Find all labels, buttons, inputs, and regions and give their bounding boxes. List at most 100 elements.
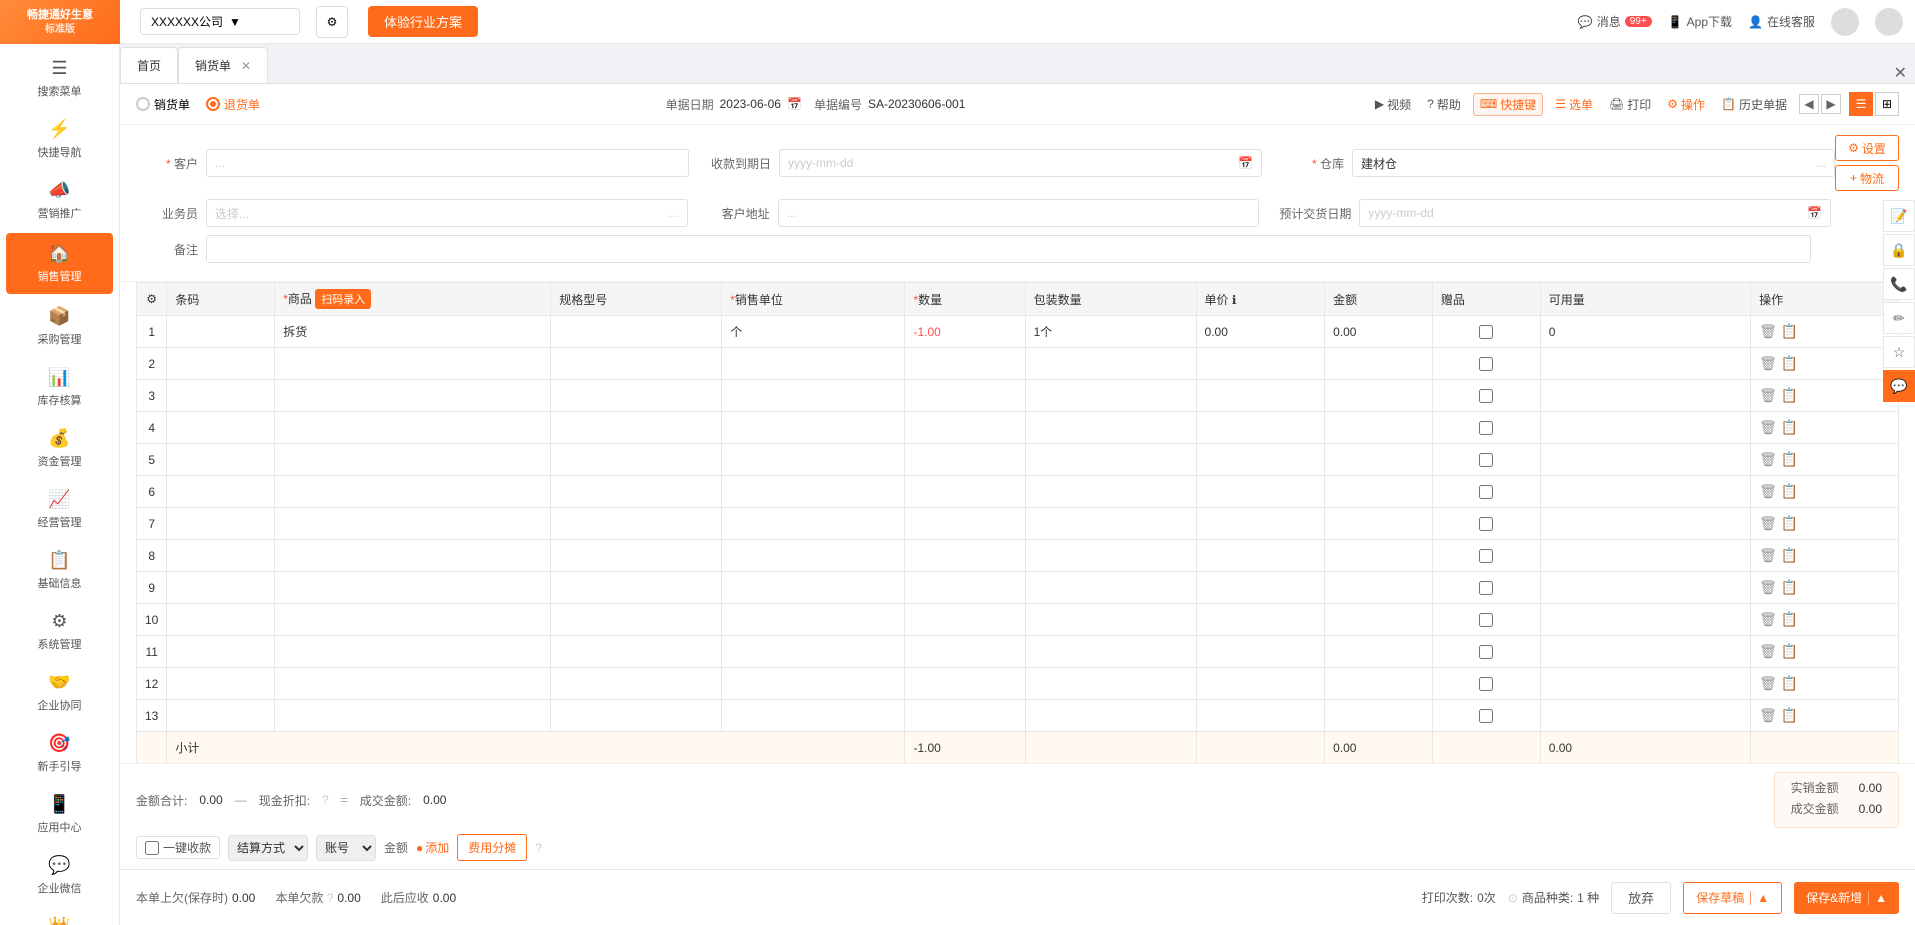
- row-pkg-qty[interactable]: [1025, 572, 1196, 604]
- copy-icon[interactable]: 📋: [1781, 323, 1798, 340]
- row-amount[interactable]: [1325, 380, 1433, 412]
- row-goods[interactable]: [275, 572, 551, 604]
- sidebar-item-inventory[interactable]: 📊 库存核算: [0, 357, 119, 418]
- print-btn[interactable]: 🖨 打印: [1605, 94, 1655, 115]
- operations-btn[interactable]: ⚙ 操作: [1663, 94, 1709, 115]
- expense-split-button[interactable]: 费用分摊: [457, 834, 527, 861]
- sidebar-item-enterprise-wechat[interactable]: 💬 企业微信: [0, 845, 119, 906]
- date-value[interactable]: 2023-06-06: [720, 97, 781, 111]
- copy-icon[interactable]: 📋: [1781, 611, 1798, 628]
- row-pkg-qty[interactable]: [1025, 380, 1196, 412]
- gift-checkbox[interactable]: [1479, 357, 1493, 371]
- row-spec[interactable]: [551, 700, 722, 732]
- row-goods[interactable]: [275, 668, 551, 700]
- row-goods[interactable]: [275, 348, 551, 380]
- number-value[interactable]: SA-20230606-001: [868, 97, 965, 111]
- row-price[interactable]: [1196, 348, 1325, 380]
- row-qty[interactable]: [905, 348, 1025, 380]
- sidebar-item-members[interactable]: 👑 畅会员: [0, 906, 119, 925]
- radio-return[interactable]: 退货单: [206, 96, 260, 113]
- gift-checkbox[interactable]: [1479, 485, 1493, 499]
- row-amount[interactable]: [1325, 540, 1433, 572]
- row-price[interactable]: [1196, 476, 1325, 508]
- row-barcode[interactable]: [167, 572, 275, 604]
- row-spec[interactable]: [551, 444, 722, 476]
- row-unit[interactable]: [722, 444, 905, 476]
- row-unit[interactable]: [722, 476, 905, 508]
- save-draft-button[interactable]: 保存草稿 ▲: [1683, 882, 1782, 914]
- expected-delivery-input[interactable]: yyyy-mm-dd 📅: [1359, 199, 1831, 227]
- right-tool-edit[interactable]: ✏: [1883, 302, 1915, 334]
- row-amount[interactable]: [1325, 572, 1433, 604]
- gift-checkbox[interactable]: [1479, 549, 1493, 563]
- row-spec[interactable]: [551, 412, 722, 444]
- row-barcode[interactable]: [167, 412, 275, 444]
- gift-checkbox[interactable]: [1479, 709, 1493, 723]
- row-barcode[interactable]: [167, 348, 275, 380]
- row-pkg-qty[interactable]: [1025, 636, 1196, 668]
- gift-checkbox[interactable]: [1479, 325, 1493, 339]
- tab-sales-close[interactable]: ✕: [241, 59, 251, 73]
- user-avatar-2[interactable]: [1875, 8, 1903, 36]
- delete-icon[interactable]: 🗑: [1759, 387, 1777, 404]
- row-spec[interactable]: [551, 540, 722, 572]
- copy-icon[interactable]: 📋: [1781, 355, 1798, 372]
- shortcut-btn[interactable]: ⌨ 快捷键: [1473, 93, 1543, 116]
- copy-icon[interactable]: 📋: [1781, 643, 1798, 660]
- delete-icon[interactable]: 🗑: [1759, 515, 1777, 532]
- row-amount[interactable]: [1325, 476, 1433, 508]
- delete-icon[interactable]: 🗑: [1759, 419, 1777, 436]
- sidebar-item-marketing[interactable]: 📣 营销推广: [0, 170, 119, 231]
- row-barcode[interactable]: [167, 636, 275, 668]
- row-pkg-qty[interactable]: [1025, 444, 1196, 476]
- copy-icon[interactable]: 📋: [1781, 707, 1798, 724]
- row-gift[interactable]: [1432, 700, 1540, 732]
- sidebar-item-new-guide[interactable]: 🎯 新手引导: [0, 723, 119, 784]
- right-tool-lock[interactable]: 🔒: [1883, 234, 1915, 266]
- row-pkg-qty[interactable]: [1025, 476, 1196, 508]
- row-qty[interactable]: [905, 508, 1025, 540]
- row-goods[interactable]: [275, 604, 551, 636]
- row-qty[interactable]: [905, 444, 1025, 476]
- row-barcode[interactable]: [167, 508, 275, 540]
- row-unit[interactable]: [722, 668, 905, 700]
- save-new-chevron-icon[interactable]: ▲: [1868, 891, 1887, 905]
- row-amount[interactable]: [1325, 508, 1433, 540]
- app-download-button[interactable]: 📱 App下载: [1668, 13, 1732, 30]
- row-spec[interactable]: [551, 348, 722, 380]
- row-amount[interactable]: [1325, 348, 1433, 380]
- row-pkg-qty[interactable]: [1025, 540, 1196, 572]
- row-qty[interactable]: [905, 700, 1025, 732]
- copy-icon[interactable]: 📋: [1781, 451, 1798, 468]
- gift-checkbox[interactable]: [1479, 677, 1493, 691]
- row-pkg-qty[interactable]: [1025, 604, 1196, 636]
- copy-icon[interactable]: 📋: [1781, 579, 1798, 596]
- row-qty[interactable]: [905, 636, 1025, 668]
- delete-icon[interactable]: 🗑: [1759, 547, 1777, 564]
- row-unit[interactable]: [722, 604, 905, 636]
- row-goods[interactable]: [275, 412, 551, 444]
- history-btn[interactable]: 📋 历史单据: [1717, 94, 1791, 115]
- row-gift[interactable]: [1432, 636, 1540, 668]
- row-price[interactable]: [1196, 636, 1325, 668]
- copy-icon[interactable]: 📋: [1781, 547, 1798, 564]
- copy-icon[interactable]: 📋: [1781, 515, 1798, 532]
- sidebar-item-operations[interactable]: 📈 经营管理: [0, 479, 119, 540]
- nav-prev[interactable]: ◀: [1799, 94, 1819, 114]
- delivery-calendar-icon[interactable]: 📅: [1807, 206, 1822, 220]
- row-amount[interactable]: [1325, 636, 1433, 668]
- save-draft-chevron-icon[interactable]: ▲: [1750, 891, 1769, 905]
- logistics-button[interactable]: + 物流: [1835, 165, 1899, 191]
- row-spec[interactable]: [551, 572, 722, 604]
- row-gift[interactable]: [1432, 508, 1540, 540]
- delete-icon[interactable]: 🗑: [1759, 611, 1777, 628]
- row-gift[interactable]: [1432, 540, 1540, 572]
- sidebar-item-quick-nav[interactable]: ⚡ 快捷导航: [0, 109, 119, 170]
- gift-checkbox[interactable]: [1479, 389, 1493, 403]
- sidebar-item-system-mgmt[interactable]: ⚙ 系统管理: [0, 601, 119, 662]
- row-unit[interactable]: [722, 508, 905, 540]
- save-new-button[interactable]: 保存&新增 ▲: [1794, 882, 1899, 914]
- copy-icon[interactable]: 📋: [1781, 387, 1798, 404]
- messages-button[interactable]: 💬 消息 99+: [1578, 13, 1652, 30]
- gift-checkbox[interactable]: [1479, 453, 1493, 467]
